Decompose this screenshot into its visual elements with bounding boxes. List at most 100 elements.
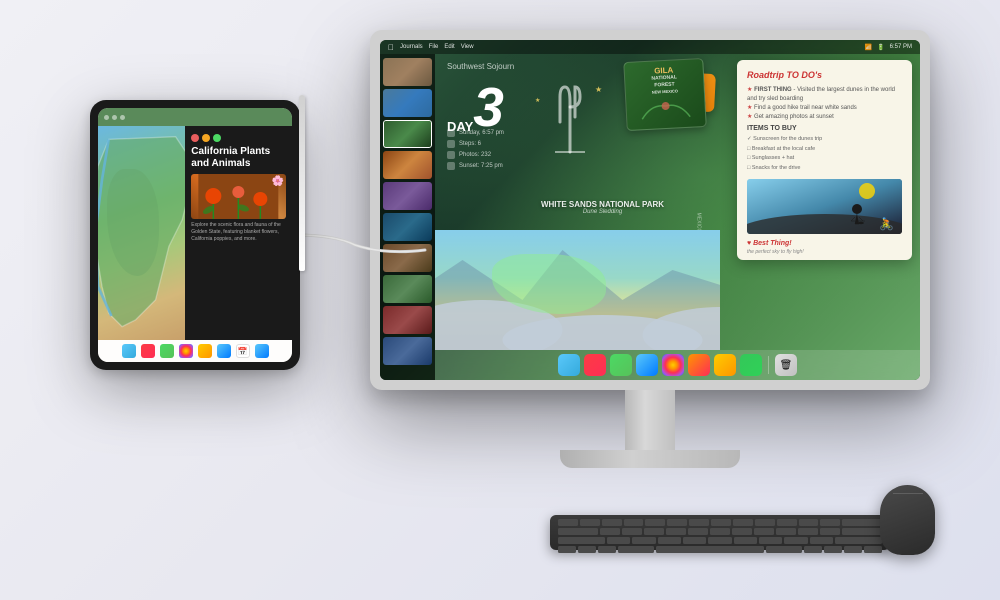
key[interactable] bbox=[683, 537, 706, 544]
sidebar-thumb-9[interactable] bbox=[383, 306, 432, 334]
dock-calendar[interactable]: 📅 bbox=[236, 344, 250, 358]
key[interactable] bbox=[711, 519, 731, 526]
menubar-edit[interactable]: Edit bbox=[444, 44, 454, 50]
ipad-content-area: California Plants and Animals bbox=[98, 126, 292, 340]
key-cmd-l[interactable] bbox=[618, 546, 654, 553]
key[interactable] bbox=[600, 528, 620, 535]
menubar-view[interactable]: View bbox=[461, 44, 474, 50]
key[interactable] bbox=[645, 519, 665, 526]
desktop-wallpaper:  Journals File Edit View 📶 🔋 6:57 PM bbox=[380, 40, 920, 380]
key[interactable] bbox=[777, 519, 797, 526]
key[interactable] bbox=[710, 528, 730, 535]
key[interactable] bbox=[622, 528, 642, 535]
dock-safari[interactable] bbox=[217, 344, 231, 358]
key-shift-l[interactable] bbox=[558, 537, 605, 544]
dock-separator bbox=[768, 356, 769, 374]
key[interactable] bbox=[708, 537, 731, 544]
key-opt-r[interactable] bbox=[804, 546, 822, 553]
key[interactable] bbox=[820, 528, 840, 535]
key-tab[interactable] bbox=[558, 528, 598, 535]
key[interactable] bbox=[734, 537, 757, 544]
note-line-2: □ Breakfast at the local cafe bbox=[747, 146, 902, 154]
menubar-app-name[interactable]: Journals bbox=[400, 44, 423, 50]
day-number: 3 bbox=[473, 83, 504, 133]
key[interactable] bbox=[759, 537, 782, 544]
key[interactable] bbox=[644, 528, 664, 535]
key-space[interactable] bbox=[656, 546, 764, 553]
key[interactable] bbox=[799, 519, 819, 526]
note-todo-text: ★ FIRST THING - Visited the largest dune… bbox=[747, 86, 902, 122]
key[interactable] bbox=[558, 519, 578, 526]
key[interactable] bbox=[820, 519, 840, 526]
note-line-1: ✓ Sunscreen for the dunes trip bbox=[747, 136, 902, 144]
keyboard-row-4 bbox=[558, 546, 882, 553]
key-cmd-r[interactable] bbox=[766, 546, 802, 553]
key-right[interactable] bbox=[864, 546, 882, 553]
dock-music[interactable] bbox=[141, 344, 155, 358]
menubar-file[interactable]: File bbox=[429, 44, 439, 50]
key[interactable] bbox=[754, 528, 774, 535]
menubar-time: 6:57 PM bbox=[890, 44, 912, 50]
sidebar-thumb-3[interactable] bbox=[383, 120, 432, 148]
meta-date-text: Sunday, 6:57 pm bbox=[459, 130, 504, 136]
key[interactable] bbox=[688, 528, 708, 535]
dock-app-pencilkit[interactable] bbox=[740, 354, 762, 376]
book-decorations bbox=[191, 134, 286, 142]
magic-mouse[interactable] bbox=[880, 485, 935, 555]
key[interactable] bbox=[810, 537, 833, 544]
key[interactable] bbox=[580, 519, 600, 526]
dock-maps[interactable] bbox=[160, 344, 174, 358]
key-opt[interactable] bbox=[598, 546, 616, 553]
sidebar-thumb-10[interactable] bbox=[383, 337, 432, 365]
sidebar-thumb-5[interactable] bbox=[383, 182, 432, 210]
apple-menu-icon[interactable]:  bbox=[388, 43, 394, 52]
key-return[interactable] bbox=[842, 528, 882, 535]
calendar-icon bbox=[447, 129, 455, 137]
sidebar-thumb-2[interactable] bbox=[383, 89, 432, 117]
dock-app-safari[interactable] bbox=[636, 354, 658, 376]
key[interactable] bbox=[667, 519, 687, 526]
key[interactable] bbox=[784, 537, 807, 544]
dock-app-music[interactable] bbox=[584, 354, 606, 376]
dock-app-messages[interactable] bbox=[558, 354, 580, 376]
dock-app-journal[interactable] bbox=[688, 354, 710, 376]
key[interactable] bbox=[798, 528, 818, 535]
key[interactable] bbox=[658, 537, 681, 544]
ipad-dock[interactable]: 📅 bbox=[98, 340, 292, 362]
note-subhandwritten: the perfect sky to fly high! bbox=[747, 249, 902, 255]
svg-text:★: ★ bbox=[595, 85, 602, 94]
key[interactable] bbox=[632, 537, 655, 544]
note-line-3: □ Sunglasses + hat bbox=[747, 155, 902, 163]
dock-app-photos[interactable] bbox=[662, 354, 684, 376]
key[interactable] bbox=[624, 519, 644, 526]
key[interactable] bbox=[755, 519, 775, 526]
dock-app-maps[interactable] bbox=[610, 354, 632, 376]
key-delete[interactable] bbox=[842, 519, 882, 526]
dock-app-trash[interactable]: 🗑 bbox=[775, 354, 797, 376]
white-sands-title: WHITE SANDS NATIONAL PARK bbox=[490, 200, 715, 209]
dock-finder[interactable] bbox=[255, 344, 269, 358]
dock-notes[interactable] bbox=[198, 344, 212, 358]
key[interactable] bbox=[602, 519, 622, 526]
key-left[interactable] bbox=[824, 546, 842, 553]
key[interactable] bbox=[607, 537, 630, 544]
key-fn[interactable] bbox=[558, 546, 576, 553]
journal-title: Southwest Sojourn bbox=[447, 62, 514, 71]
key[interactable] bbox=[732, 528, 752, 535]
key[interactable] bbox=[776, 528, 796, 535]
dock-app-notes[interactable] bbox=[714, 354, 736, 376]
dock-messages[interactable] bbox=[122, 344, 136, 358]
note-caption: Best Thing! bbox=[753, 240, 792, 247]
key-up[interactable] bbox=[844, 546, 862, 553]
key[interactable] bbox=[666, 528, 686, 535]
sidebar-thumb-1[interactable] bbox=[383, 58, 432, 86]
key[interactable] bbox=[689, 519, 709, 526]
book-circle-green bbox=[213, 134, 221, 142]
monitor-device:  Journals File Edit View 📶 🔋 6:57 PM bbox=[370, 30, 930, 468]
key[interactable] bbox=[733, 519, 753, 526]
key-shift-r[interactable] bbox=[835, 537, 882, 544]
ipad-map-view bbox=[98, 126, 185, 340]
key-ctrl[interactable] bbox=[578, 546, 596, 553]
sidebar-thumb-4[interactable] bbox=[383, 151, 432, 179]
dock-photos[interactable] bbox=[179, 344, 193, 358]
